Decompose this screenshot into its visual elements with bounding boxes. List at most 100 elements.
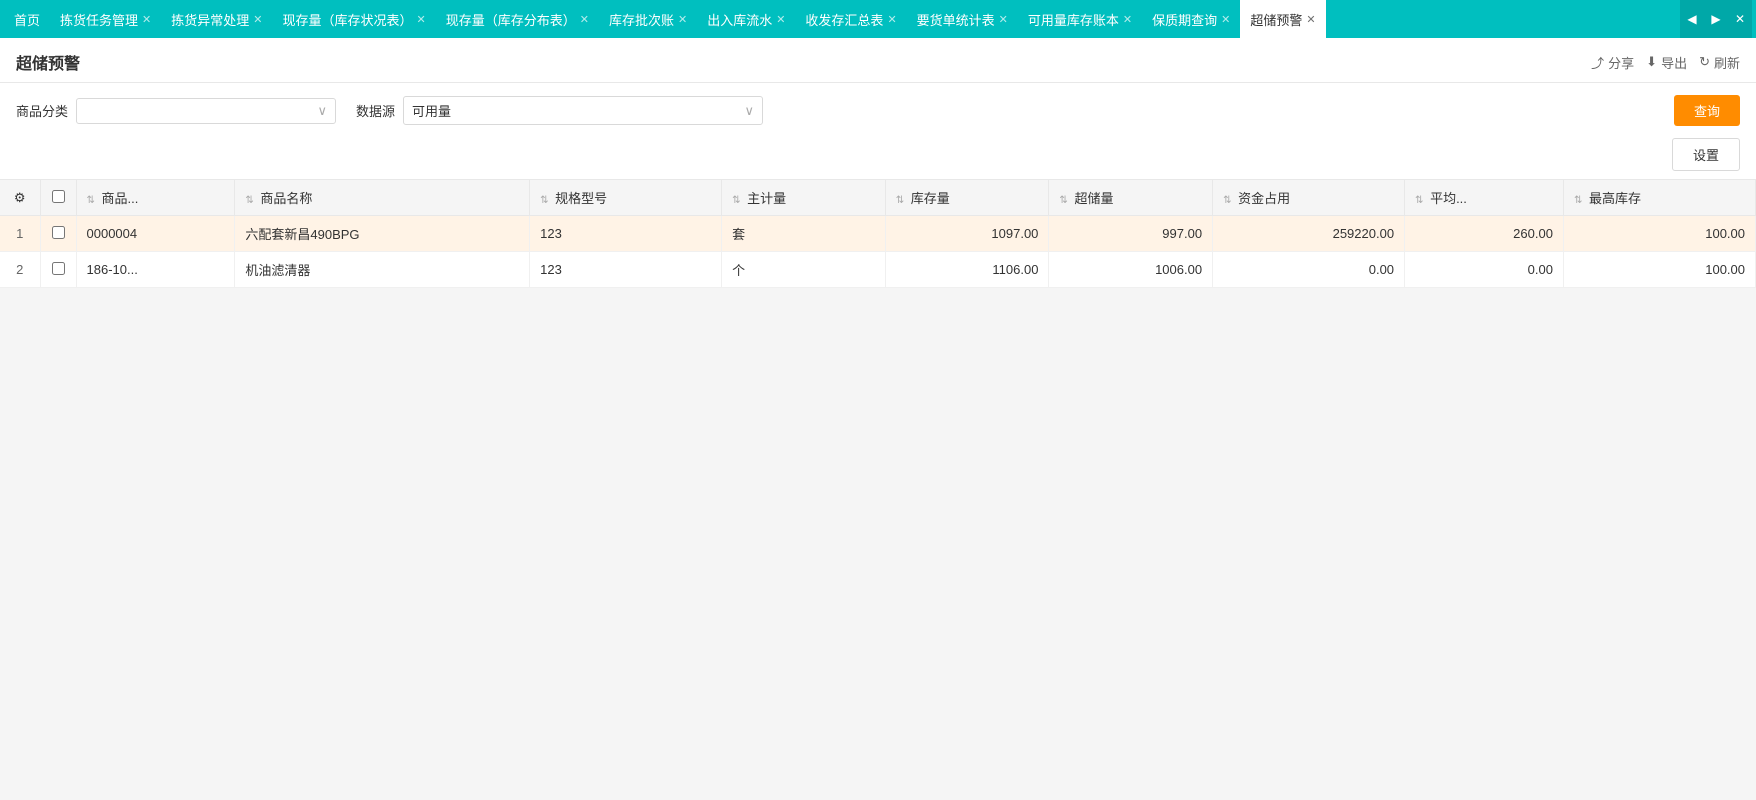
row-checkbox-cell[interactable]	[40, 216, 76, 252]
export-label: 导出	[1661, 53, 1687, 72]
row-product-name: 六配套新昌490BPG	[235, 216, 530, 252]
row-capital: 259220.00	[1213, 216, 1405, 252]
share-label: 分享	[1608, 53, 1634, 72]
row-checkbox-cell[interactable]	[40, 252, 76, 288]
sort-icon-product-name: ⇅	[245, 195, 253, 206]
refresh-label: 刷新	[1714, 53, 1740, 72]
share-button[interactable]: ⤴ 分享	[1591, 53, 1634, 72]
nav-available-ledger-label: 可用量库存账本	[1028, 10, 1119, 29]
datasource-chevron-icon: ∨	[745, 103, 755, 119]
category-filter-group: 商品分类 ∨	[16, 98, 336, 124]
row-checkbox-1[interactable]	[52, 262, 65, 275]
category-chevron-icon: ∨	[318, 103, 328, 119]
sort-icon-unit: ⇅	[732, 195, 740, 206]
table-header-overstock[interactable]: ⇅ 超储量	[1049, 180, 1213, 216]
table-header-checkbox[interactable]	[40, 180, 76, 216]
table-header-product-name[interactable]: ⇅ 商品名称	[235, 180, 530, 216]
nav-overstock-warning[interactable]: 超储预警 ✕	[1240, 0, 1325, 38]
datasource-filter-group: 数据源 可用量 ∨	[356, 96, 763, 125]
nav-packing-exception-label: 拣货异常处理	[171, 10, 249, 29]
nav-inout-flow-close[interactable]: ✕	[776, 13, 785, 26]
nav-packing-exception-close[interactable]: ✕	[253, 13, 262, 26]
sort-icon-max-stock: ⇅	[1574, 195, 1582, 206]
category-select[interactable]: ∨	[76, 98, 336, 124]
nav-home-label: 首页	[14, 10, 40, 29]
nav-picking-task[interactable]: 拣货任务管理 ✕	[50, 0, 161, 38]
nav-shelf-life[interactable]: 保质期查询 ✕	[1142, 0, 1240, 38]
nav-next-button[interactable]: ▶	[1704, 0, 1728, 38]
data-table: ⚙ ⇅ 商品... ⇅ 商品名称 ⇅ 规格型号	[0, 179, 1756, 288]
row-number: 2	[0, 252, 40, 288]
table-header-max-stock[interactable]: ⇅ 最高库存	[1563, 180, 1755, 216]
nav-inout-flow-label: 出入库流水	[707, 10, 772, 29]
row-product-name: 机油滤清器	[235, 252, 530, 288]
export-button[interactable]: ⬇ 导出	[1646, 53, 1687, 72]
table-header-unit[interactable]: ⇅ 主计量	[722, 180, 886, 216]
main-content: 超储预警 ⤴ 分享 ⬇ 导出 ↻ 刷新 商品分类 ∨ 数据源	[0, 38, 1756, 288]
sort-icon-overstock: ⇅	[1059, 195, 1067, 206]
nav-stock-status-label: 现存量（库存状况表）	[282, 10, 412, 29]
row-spec: 123	[530, 216, 722, 252]
table-header-stock[interactable]: ⇅ 库存量	[885, 180, 1049, 216]
nav-home[interactable]: 首页	[4, 0, 50, 38]
select-all-checkbox[interactable]	[52, 190, 65, 203]
row-unit: 套	[722, 216, 886, 252]
table-header-product-code[interactable]: ⇅ 商品...	[76, 180, 235, 216]
nav-requisition-stats[interactable]: 要货单统计表 ✕	[907, 0, 1018, 38]
table-header-spec[interactable]: ⇅ 规格型号	[530, 180, 722, 216]
nav-picking-task-close[interactable]: ✕	[142, 13, 151, 26]
header-actions: ⤴ 分享 ⬇ 导出 ↻ 刷新	[1591, 53, 1740, 72]
table-header-settings[interactable]: ⚙	[0, 180, 40, 216]
nav-available-ledger[interactable]: 可用量库存账本 ✕	[1018, 0, 1142, 38]
nav-requisition-stats-label: 要货单统计表	[917, 10, 995, 29]
refresh-button[interactable]: ↻ 刷新	[1699, 53, 1740, 72]
nav-stock-distribution-label: 现存量（库存分布表）	[446, 10, 576, 29]
row-product-code: 0000004	[76, 216, 235, 252]
nav-shelf-life-label: 保质期查询	[1152, 10, 1217, 29]
top-navigation: 首页 拣货任务管理 ✕ 拣货异常处理 ✕ 现存量（库存状况表） ✕ 现存量（库存…	[0, 0, 1756, 38]
nav-overstock-warning-label: 超储预警	[1250, 10, 1302, 29]
nav-shelf-life-close[interactable]: ✕	[1221, 13, 1230, 26]
nav-receive-summary-label: 收发存汇总表	[805, 10, 883, 29]
export-icon: ⬇	[1646, 54, 1657, 70]
table-header-avg[interactable]: ⇅ 平均...	[1405, 180, 1564, 216]
settings-button[interactable]: 设置	[1672, 138, 1740, 171]
datasource-select[interactable]: 可用量 ∨	[403, 96, 763, 125]
table-header-capital[interactable]: ⇅ 资金占用	[1213, 180, 1405, 216]
nav-overstock-warning-close[interactable]: ✕	[1306, 13, 1315, 26]
nav-inout-flow[interactable]: 出入库流水 ✕	[697, 0, 795, 38]
row-capital: 0.00	[1213, 252, 1405, 288]
page-title: 超储预警	[16, 50, 80, 74]
page-header: 超储预警 ⤴ 分享 ⬇ 导出 ↻ 刷新	[0, 38, 1756, 83]
nav-stock-status[interactable]: 现存量（库存状况表） ✕	[272, 0, 435, 38]
nav-batch-account[interactable]: 库存批次账 ✕	[599, 0, 697, 38]
row-max-stock: 100.00	[1563, 252, 1755, 288]
nav-picking-task-label: 拣货任务管理	[60, 10, 138, 29]
table-header-row: ⚙ ⇅ 商品... ⇅ 商品名称 ⇅ 规格型号	[0, 180, 1756, 216]
row-checkbox-0[interactable]	[52, 226, 65, 239]
nav-receive-summary[interactable]: 收发存汇总表 ✕	[795, 0, 906, 38]
sort-icon-product-code: ⇅	[87, 195, 95, 206]
query-button[interactable]: 查询	[1674, 95, 1740, 126]
nav-prev-button[interactable]: ◀	[1680, 0, 1704, 38]
sort-icon-avg: ⇅	[1415, 195, 1423, 206]
nav-close-all-button[interactable]: ✕	[1728, 0, 1752, 38]
datasource-select-value: 可用量	[412, 101, 451, 120]
sort-icon-stock: ⇅	[896, 195, 904, 206]
row-unit: 个	[722, 252, 886, 288]
category-filter-label: 商品分类	[16, 101, 68, 120]
nav-stock-status-close[interactable]: ✕	[417, 13, 426, 26]
nav-arrow-controls: ◀ ▶ ✕	[1680, 0, 1752, 38]
row-avg: 260.00	[1405, 216, 1564, 252]
nav-stock-distribution[interactable]: 现存量（库存分布表） ✕	[436, 0, 599, 38]
filter-area: 商品分类 ∨ 数据源 可用量 ∨ 查询	[0, 83, 1756, 138]
settings-gear-icon: ⚙	[14, 190, 26, 205]
nav-packing-exception[interactable]: 拣货异常处理 ✕	[161, 0, 272, 38]
nav-requisition-stats-close[interactable]: ✕	[999, 13, 1008, 26]
nav-stock-distribution-close[interactable]: ✕	[580, 13, 589, 26]
nav-batch-account-close[interactable]: ✕	[678, 13, 687, 26]
nav-receive-summary-close[interactable]: ✕	[887, 13, 896, 26]
row-product-code: 186-10...	[76, 252, 235, 288]
share-icon: ⤴	[1591, 53, 1604, 72]
nav-available-ledger-close[interactable]: ✕	[1123, 13, 1132, 26]
